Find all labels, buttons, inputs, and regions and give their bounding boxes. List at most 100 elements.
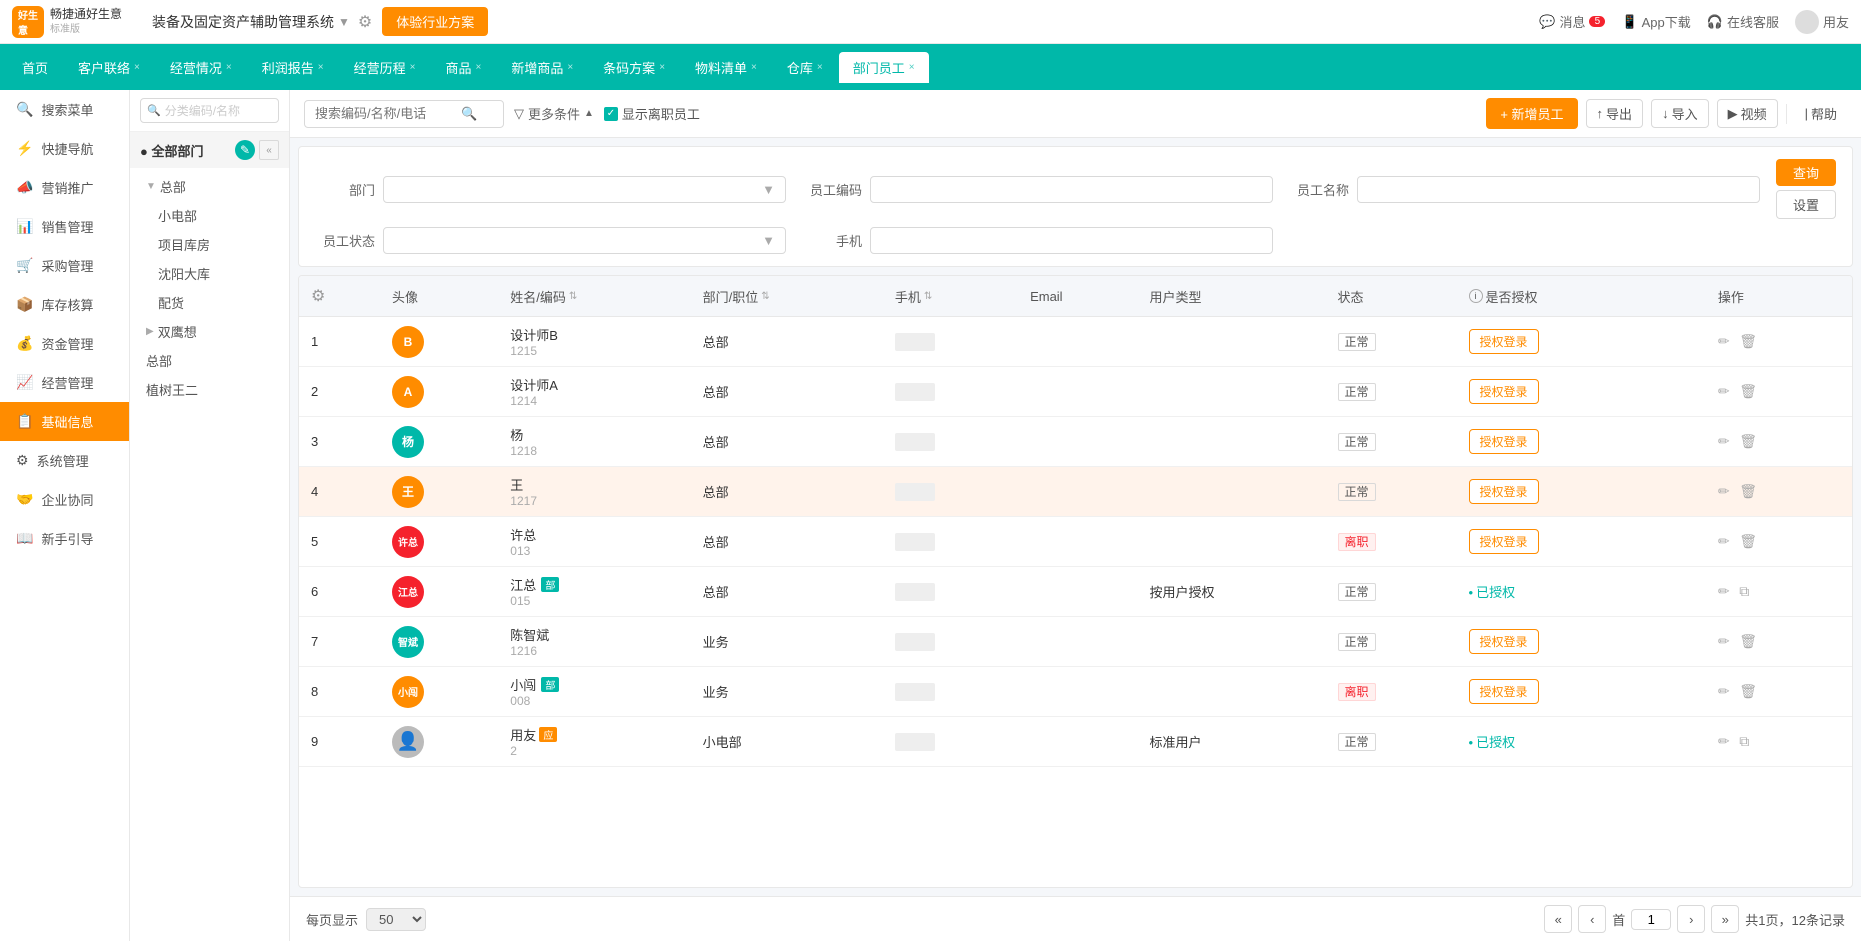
nav-tab-home[interactable]: 首页 <box>8 52 62 83</box>
more-filter-btn[interactable]: ▽ 更多条件 ▲ <box>514 104 594 123</box>
edit-icon[interactable]: ✏ <box>1718 633 1730 649</box>
dept-add-btn[interactable]: ✎ <box>235 140 255 160</box>
nav-tab-goods[interactable]: 商品 × <box>431 52 495 83</box>
settings-icon[interactable]: ⚙ <box>311 288 325 305</box>
page-size-select[interactable]: 50 20 100 <box>366 908 426 931</box>
auth-button[interactable]: 授权登录 <box>1469 629 1539 654</box>
nav-tab-operation[interactable]: 经营情况 × <box>156 52 246 83</box>
sort-phone-icon[interactable]: 手机 ⇅ <box>895 287 1006 306</box>
edit-icon[interactable]: ✏ <box>1718 383 1730 399</box>
help-btn[interactable]: | 帮助 <box>1795 100 1847 127</box>
close-icon[interactable]: × <box>751 62 757 73</box>
emp-code-input[interactable] <box>870 176 1273 203</box>
message-btn[interactable]: 💬 消息 5 <box>1539 12 1605 31</box>
delete-icon[interactable]: 🗑 <box>1739 683 1757 699</box>
sidebar-item-marketing[interactable]: 📣 营销推广 <box>0 168 129 207</box>
dept-node-small-electric[interactable]: 小电部 <box>130 201 289 230</box>
close-icon[interactable]: × <box>909 62 915 73</box>
delete-icon[interactable]: 🗑 <box>1739 533 1757 549</box>
edit-icon[interactable]: ✏ <box>1718 583 1730 599</box>
dept-node-headquarters[interactable]: ▼ 总部 <box>130 172 289 201</box>
delete-icon[interactable]: 🗑 <box>1739 483 1757 499</box>
search-box[interactable]: 🔍 <box>304 100 504 128</box>
sidebar-item-business[interactable]: 📈 经营管理 <box>0 363 129 402</box>
close-icon[interactable]: × <box>134 62 140 73</box>
dept-select[interactable]: ▼ <box>383 176 786 203</box>
gear-icon[interactable]: ⚙ <box>358 12 372 32</box>
close-icon[interactable]: × <box>817 62 823 73</box>
sidebar-item-sales[interactable]: 📊 销售管理 <box>0 207 129 246</box>
nav-tab-history[interactable]: 经营历程 × <box>340 52 430 83</box>
sidebar-item-inventory[interactable]: 📦 库存核算 <box>0 285 129 324</box>
th-name-code[interactable]: 姓名/编码 ⇅ <box>498 276 690 317</box>
dept-collapse-btn[interactable]: « <box>259 140 279 160</box>
sidebar-item-collab[interactable]: 🤝 企业协同 <box>0 480 129 519</box>
search-input[interactable] <box>315 106 455 121</box>
nav-tab-barcode[interactable]: 条码方案 × <box>589 52 679 83</box>
last-page-btn[interactable]: » <box>1711 905 1739 933</box>
close-icon[interactable]: × <box>659 62 665 73</box>
sidebar-item-purchase[interactable]: 🛒 采购管理 <box>0 246 129 285</box>
auth-button[interactable]: 授权登录 <box>1469 679 1539 704</box>
dept-node-hq2[interactable]: 总部 <box>130 346 289 375</box>
auth-button[interactable]: 授权登录 <box>1469 529 1539 554</box>
delete-icon[interactable]: 🗑 <box>1739 333 1757 349</box>
auth-button[interactable]: 授权登录 <box>1469 429 1539 454</box>
dept-search-box[interactable]: 🔍 分类编码/名称 <box>140 98 279 123</box>
phone-text-input[interactable] <box>881 233 1262 248</box>
emp-name-input[interactable] <box>1357 176 1760 203</box>
edit-icon[interactable]: ✏ <box>1718 683 1730 699</box>
edit-icon[interactable]: ✏ <box>1718 483 1730 499</box>
sidebar-item-guide[interactable]: 📖 新手引导 <box>0 519 129 558</box>
delete-icon[interactable]: 🗑 <box>1739 433 1757 449</box>
close-icon[interactable]: × <box>226 62 232 73</box>
first-page-btn[interactable]: « <box>1544 905 1572 933</box>
nav-tab-profit[interactable]: 利润报告 × <box>248 52 338 83</box>
sidebar-item-basic-info[interactable]: 📋 基础信息 <box>0 402 129 441</box>
nav-tab-dept-staff[interactable]: 部门员工 × <box>839 52 929 83</box>
phone-input[interactable] <box>870 227 1273 254</box>
nav-tab-add-goods[interactable]: 新增商品 × <box>497 52 587 83</box>
nav-tab-customer[interactable]: 客户联络 × <box>64 52 154 83</box>
page-input[interactable] <box>1631 909 1671 930</box>
delete-icon[interactable]: 🗑 <box>1739 633 1757 649</box>
user-btn[interactable]: 用友 <box>1795 10 1849 34</box>
close-icon[interactable]: × <box>475 62 481 73</box>
close-icon[interactable]: × <box>567 62 573 73</box>
delete-icon[interactable]: 🗑 <box>1739 383 1757 399</box>
th-dept-position[interactable]: 部门/职位 ⇅ <box>691 276 883 317</box>
sort-name-icon[interactable]: 姓名/编码 ⇅ <box>510 287 678 306</box>
sidebar-item-quicknav[interactable]: ⚡ 快捷导航 <box>0 129 129 168</box>
dept-node-project-warehouse[interactable]: 项目库房 <box>130 230 289 259</box>
next-page-btn[interactable]: › <box>1677 905 1705 933</box>
auth-button[interactable]: 授权登录 <box>1469 379 1539 404</box>
import-btn[interactable]: ↓ 导入 <box>1651 99 1709 128</box>
auth-button[interactable]: 授权登录 <box>1469 329 1539 354</box>
close-icon[interactable]: × <box>318 62 324 73</box>
dept-node-distribution[interactable]: 配货 <box>130 288 289 317</box>
prev-page-btn[interactable]: ‹ <box>1578 905 1606 933</box>
dropdown-arrow-icon[interactable]: ▼ <box>338 15 350 29</box>
sidebar-item-system[interactable]: ⚙ 系统管理 <box>0 441 129 480</box>
dept-node-shuangyingxiang[interactable]: ▶ 双鹰想 <box>130 317 289 346</box>
emp-code-text-input[interactable] <box>881 182 1262 197</box>
show-resign-toggle[interactable]: ✓ 显示离职员工 <box>604 104 700 123</box>
nav-tab-bom[interactable]: 物料清单 × <box>681 52 771 83</box>
nav-tab-warehouse[interactable]: 仓库 × <box>773 52 837 83</box>
emp-name-text-input[interactable] <box>1368 182 1749 197</box>
query-button[interactable]: 查询 <box>1776 159 1836 186</box>
th-phone[interactable]: 手机 ⇅ <box>883 276 1018 317</box>
sort-dept-icon[interactable]: 部门/职位 ⇅ <box>703 287 871 306</box>
dept-all-header[interactable]: ● 全部部门 ✎ « <box>130 132 289 168</box>
sidebar-item-finance[interactable]: 💰 资金管理 <box>0 324 129 363</box>
add-employee-button[interactable]: + 新增员工 <box>1486 98 1577 129</box>
export-btn[interactable]: ↑ 导出 <box>1586 99 1644 128</box>
copy-icon[interactable]: ⧉ <box>1739 583 1749 599</box>
dept-node-zhishu[interactable]: 植树王二 <box>130 375 289 404</box>
th-settings[interactable]: ⚙ <box>299 276 380 317</box>
close-icon[interactable]: × <box>410 62 416 73</box>
edit-icon[interactable]: ✏ <box>1718 333 1730 349</box>
edit-icon[interactable]: ✏ <box>1718 533 1730 549</box>
emp-status-select[interactable]: ▼ <box>383 227 786 254</box>
edit-icon[interactable]: ✏ <box>1718 433 1730 449</box>
